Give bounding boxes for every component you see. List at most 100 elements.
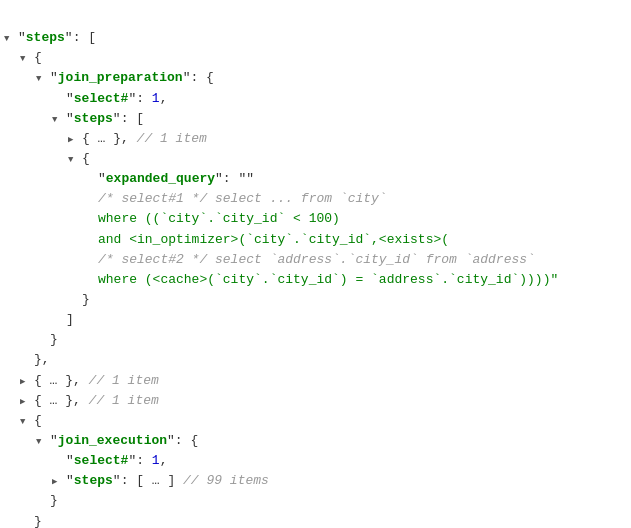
toggle-icon [52, 89, 66, 109]
json-line[interactable]: { [4, 149, 627, 169]
json-line[interactable]: "join_execution": { [4, 431, 627, 451]
line-content: "select#": 1, [66, 451, 627, 471]
line-content: }, [34, 350, 627, 370]
toggle-icon[interactable] [68, 149, 82, 169]
json-line: "select#": 1, [4, 89, 627, 109]
json-punctuation: " [66, 91, 74, 106]
json-punctuation: " [50, 70, 58, 85]
json-punctuation: " [66, 111, 74, 126]
json-punctuation: }, [34, 352, 50, 367]
toggle-icon [68, 290, 82, 310]
json-line[interactable]: { [4, 48, 627, 68]
line-content: } [34, 512, 627, 528]
json-number: 1 [152, 453, 160, 468]
json-punctuation: { … }, [34, 373, 81, 388]
json-key: steps [74, 473, 113, 488]
json-line: ] [4, 310, 627, 330]
toggle-icon[interactable] [36, 68, 50, 88]
json-punctuation: " [98, 171, 106, 186]
json-line: } [4, 290, 627, 310]
json-line: where ((`city`.`city_id` < 100) [4, 209, 627, 229]
json-line: /* select#1 */ select ... from `city` [4, 189, 627, 209]
json-comment: // 1 item [81, 393, 159, 408]
json-line[interactable]: "steps": [ [4, 28, 627, 48]
toggle-icon[interactable] [20, 391, 34, 411]
json-comment: // 1 item [129, 131, 207, 146]
json-punctuation: } [82, 292, 90, 307]
json-punctuation: ] [66, 312, 74, 327]
json-punctuation: { [82, 151, 90, 166]
toggle-icon[interactable] [20, 411, 34, 431]
toggle-icon[interactable] [52, 109, 66, 129]
json-punctuation: " [66, 453, 74, 468]
toggle-icon [52, 310, 66, 330]
json-line[interactable]: "steps": [ … ] // 99 items [4, 471, 627, 491]
json-number: 1 [152, 91, 160, 106]
json-punctuation: { … }, [82, 131, 129, 146]
json-line: "select#": 1, [4, 451, 627, 471]
line-content: ] [66, 310, 627, 330]
toggle-icon[interactable] [68, 129, 82, 149]
line-content: } [82, 290, 627, 310]
toggle-icon[interactable] [36, 431, 50, 451]
sql-text: where ((`city`.`city_id` < 100) [98, 211, 340, 226]
toggle-icon[interactable] [4, 28, 18, 48]
toggle-icon [84, 250, 98, 270]
line-content: { [34, 411, 627, 431]
line-content: "steps": [ [66, 109, 627, 129]
json-line[interactable]: { [4, 411, 627, 431]
line-content: /* select#2 */ select `address`.`city_id… [98, 250, 627, 270]
line-content: } [50, 330, 627, 350]
line-content: where ((`city`.`city_id` < 100) [98, 209, 627, 229]
line-content: { [82, 149, 627, 169]
json-line: } [4, 512, 627, 528]
toggle-icon [84, 270, 98, 290]
json-line: }, [4, 350, 627, 370]
json-line: } [4, 491, 627, 511]
json-comment: /* select#1 */ select ... from `city` [98, 191, 387, 206]
line-content: } [50, 491, 627, 511]
toggle-icon[interactable] [20, 48, 34, 68]
sql-text: where (<cache>(`city`.`city_id`) = `addr… [98, 272, 558, 287]
json-punctuation: " [18, 30, 26, 45]
json-key: select# [74, 453, 129, 468]
json-punctuation: ": "" [215, 171, 254, 186]
line-content: { … }, // 1 item [82, 129, 627, 149]
json-key: select# [74, 91, 129, 106]
line-content: "steps": [ [18, 28, 627, 48]
json-line: /* select#2 */ select `address`.`city_id… [4, 250, 627, 270]
json-line[interactable]: { … }, // 1 item [4, 129, 627, 149]
line-content: "join_preparation": { [50, 68, 627, 88]
json-line[interactable]: { … }, // 1 item [4, 391, 627, 411]
toggle-icon [36, 491, 50, 511]
json-punctuation: { [34, 50, 42, 65]
json-comment: /* select#2 */ select `address`.`city_id… [98, 252, 535, 267]
json-comment: // 1 item [81, 373, 159, 388]
toggle-icon[interactable] [20, 371, 34, 391]
toggle-icon [20, 350, 34, 370]
json-comment: // 99 items [175, 473, 269, 488]
json-punctuation: ": { [167, 433, 198, 448]
json-punctuation: , [160, 453, 168, 468]
json-punctuation: } [34, 514, 42, 528]
json-punctuation: } [50, 493, 58, 508]
line-content: /* select#1 */ select ... from `city` [98, 189, 627, 209]
json-line: where (<cache>(`city`.`city_id`) = `addr… [4, 270, 627, 290]
json-punctuation: ": [128, 91, 151, 106]
json-line[interactable]: "join_preparation": { [4, 68, 627, 88]
toggle-icon [84, 169, 98, 189]
json-line[interactable]: { … }, // 1 item [4, 371, 627, 391]
json-punctuation: ": [ … ] [113, 473, 175, 488]
json-line[interactable]: "steps": [ [4, 109, 627, 129]
toggle-icon [52, 451, 66, 471]
json-key: join_preparation [58, 70, 183, 85]
line-content: { … }, // 1 item [34, 371, 627, 391]
json-key: steps [26, 30, 65, 45]
toggle-icon [36, 330, 50, 350]
json-punctuation: , [160, 91, 168, 106]
line-content: "select#": 1, [66, 89, 627, 109]
toggle-icon[interactable] [52, 471, 66, 491]
toggle-icon [84, 209, 98, 229]
json-line: } [4, 330, 627, 350]
json-punctuation: { … }, [34, 393, 81, 408]
